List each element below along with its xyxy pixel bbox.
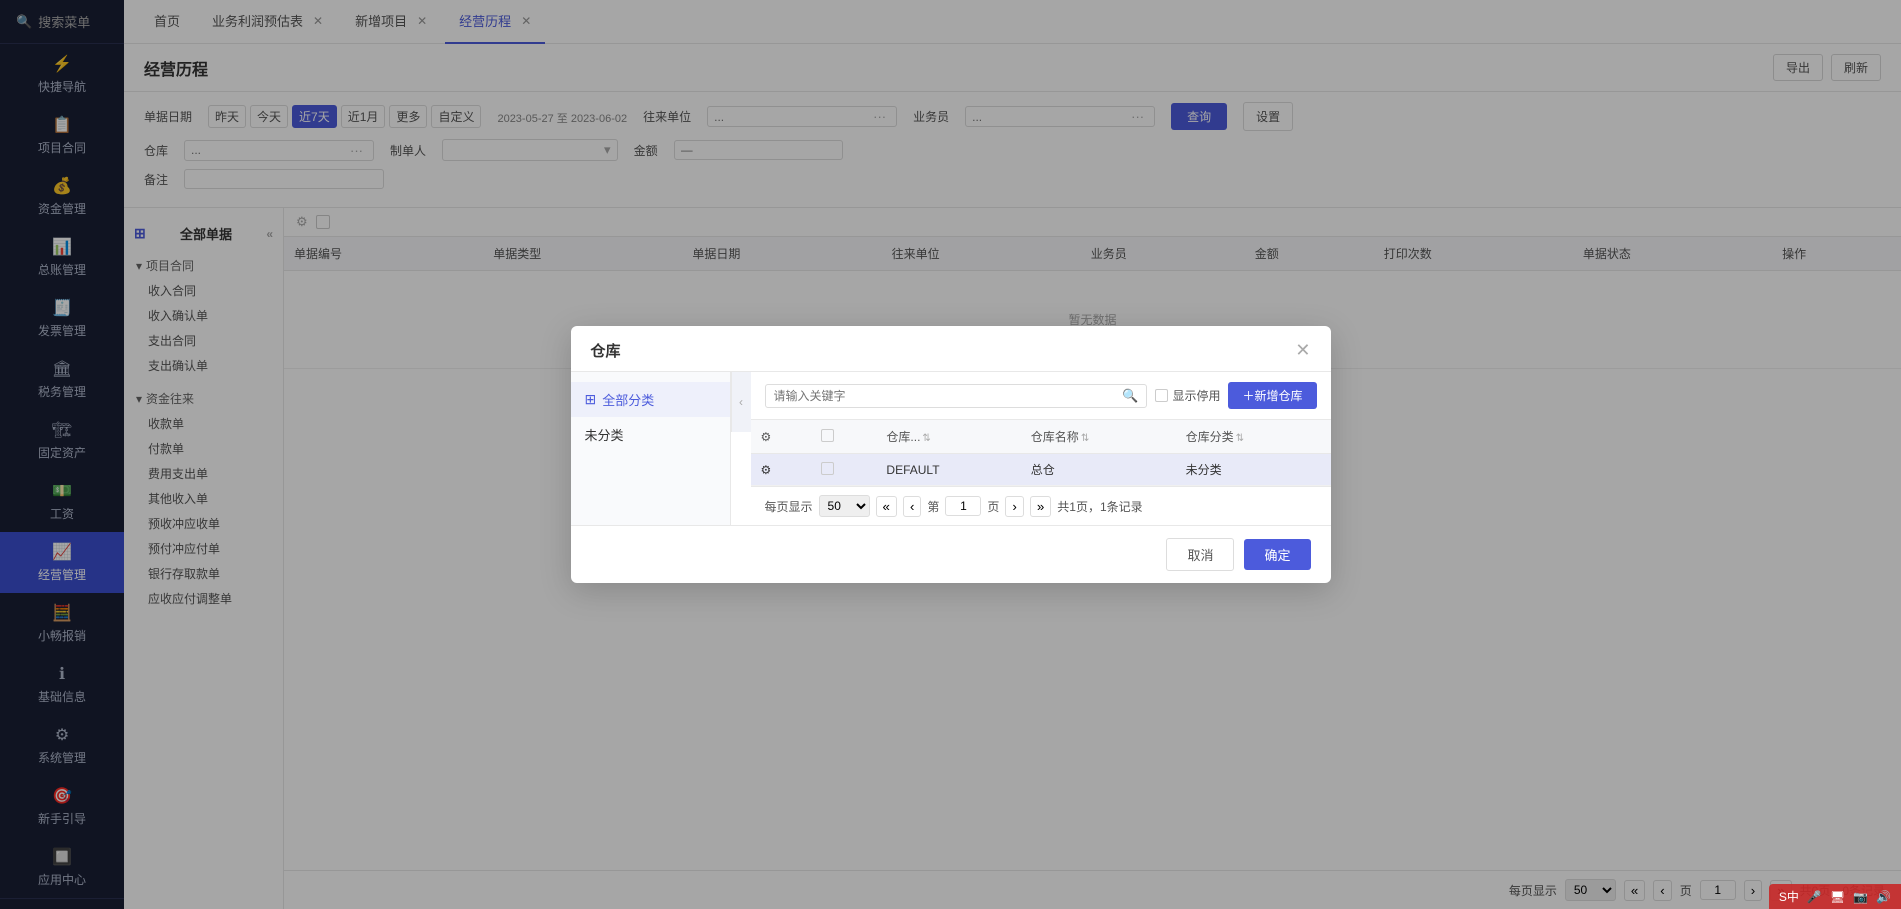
row-checkbox[interactable] <box>811 454 876 486</box>
modal-uncategorized[interactable]: 未分类 <box>571 417 730 452</box>
modal-col-name: 仓库名称⇅ <box>1021 420 1176 454</box>
grid-icon: ⊞ <box>585 391 597 408</box>
taskbar-camera-icon[interactable]: 📷 <box>1853 890 1868 904</box>
modal-right-panel: 🔍 显示停用 ＋新增仓库 ⚙ <box>751 372 1331 525</box>
modal-category-panel: ⊞ 全部分类 未分类 <box>571 372 731 525</box>
modal-page-suffix: 页 <box>987 498 999 515</box>
row-settings-icon: ⚙ <box>751 454 812 486</box>
modal-page-label: 第 <box>927 498 939 515</box>
modal-footer: 取消 确定 <box>571 525 1331 583</box>
modal-prev-page-btn[interactable]: ‹ <box>903 496 921 517</box>
row-category: 未分类 <box>1176 454 1331 486</box>
modal-page-size-select[interactable]: 50 100 <box>819 495 870 517</box>
modal-first-page-btn[interactable]: « <box>876 496 897 517</box>
collapse-category-btn[interactable]: ‹ <box>731 372 751 432</box>
modal-total-info: 共1页，1条记录 <box>1057 498 1142 515</box>
modal-pagination: 每页显示 50 100 « ‹ 第 页 › » 共1页，1条记录 <box>751 486 1331 525</box>
modal-col-check <box>811 420 876 454</box>
show-disabled-checkbox[interactable] <box>1155 389 1168 402</box>
modal-confirm-button[interactable]: 确定 <box>1244 539 1310 570</box>
warehouse-table-row[interactable]: ⚙ DEFAULT 总仓 未分类 <box>751 454 1331 486</box>
modal-col-settings: ⚙ <box>751 420 812 454</box>
modal-search-input[interactable] <box>774 389 1123 403</box>
modal-search-wrap[interactable]: 🔍 <box>765 384 1148 408</box>
taskbar-mic-icon[interactable]: 🎤 <box>1807 890 1822 904</box>
modal-table-header-row: ⚙ 仓库...⇅ 仓库名称⇅ <box>751 420 1331 454</box>
taskbar-sound-icon[interactable]: 🔊 <box>1876 890 1891 904</box>
show-disabled-text: 显示停用 <box>1172 387 1220 404</box>
modal-title: 仓库 <box>591 340 621 361</box>
warehouse-table: ⚙ 仓库...⇅ 仓库名称⇅ <box>751 420 1331 486</box>
taskbar: S中 🎤 🖥 📷 🔊 <box>1769 884 1901 909</box>
modal-page-input[interactable] <box>945 496 981 516</box>
modal-all-category[interactable]: ⊞ 全部分类 <box>571 382 730 417</box>
modal-close-button[interactable]: ✕ <box>1295 340 1310 361</box>
modal-col-code: 仓库...⇅ <box>876 420 1020 454</box>
row-select-checkbox[interactable] <box>821 462 834 475</box>
modal-body: ⊞ 全部分类 未分类 ‹ 🔍 显 <box>571 372 1331 525</box>
select-all-checkbox[interactable] <box>821 429 834 442</box>
show-disabled-label[interactable]: 显示停用 <box>1155 387 1220 404</box>
row-name: 总仓 <box>1021 454 1176 486</box>
modal-cancel-button[interactable]: 取消 <box>1166 538 1234 571</box>
modal-page-size-label: 每页显示 <box>765 498 813 515</box>
modal-header: 仓库 ✕ <box>571 326 1331 372</box>
taskbar-screen-icon[interactable]: 🖥 <box>1830 890 1845 904</box>
uncategorized-label: 未分类 <box>585 425 624 444</box>
modal-next-page-btn[interactable]: › <box>1005 496 1023 517</box>
modal-all-category-label: 全部分类 <box>602 390 654 409</box>
modal-col-category: 仓库分类⇅ <box>1176 420 1331 454</box>
modal-toolbar: 🔍 显示停用 ＋新增仓库 <box>751 372 1331 420</box>
modal-table-wrap: ⚙ 仓库...⇅ 仓库名称⇅ <box>751 420 1331 486</box>
taskbar-brand: S中 <box>1779 888 1799 905</box>
modal-last-page-btn[interactable]: » <box>1030 496 1051 517</box>
modal-search-icon: 🔍 <box>1122 388 1138 404</box>
add-warehouse-button[interactable]: ＋新增仓库 <box>1228 382 1316 409</box>
row-code: DEFAULT <box>876 454 1020 486</box>
modal-overlay: 仓库 ✕ ⊞ 全部分类 未分类 ‹ <box>0 0 1901 909</box>
warehouse-modal: 仓库 ✕ ⊞ 全部分类 未分类 ‹ <box>571 326 1331 583</box>
